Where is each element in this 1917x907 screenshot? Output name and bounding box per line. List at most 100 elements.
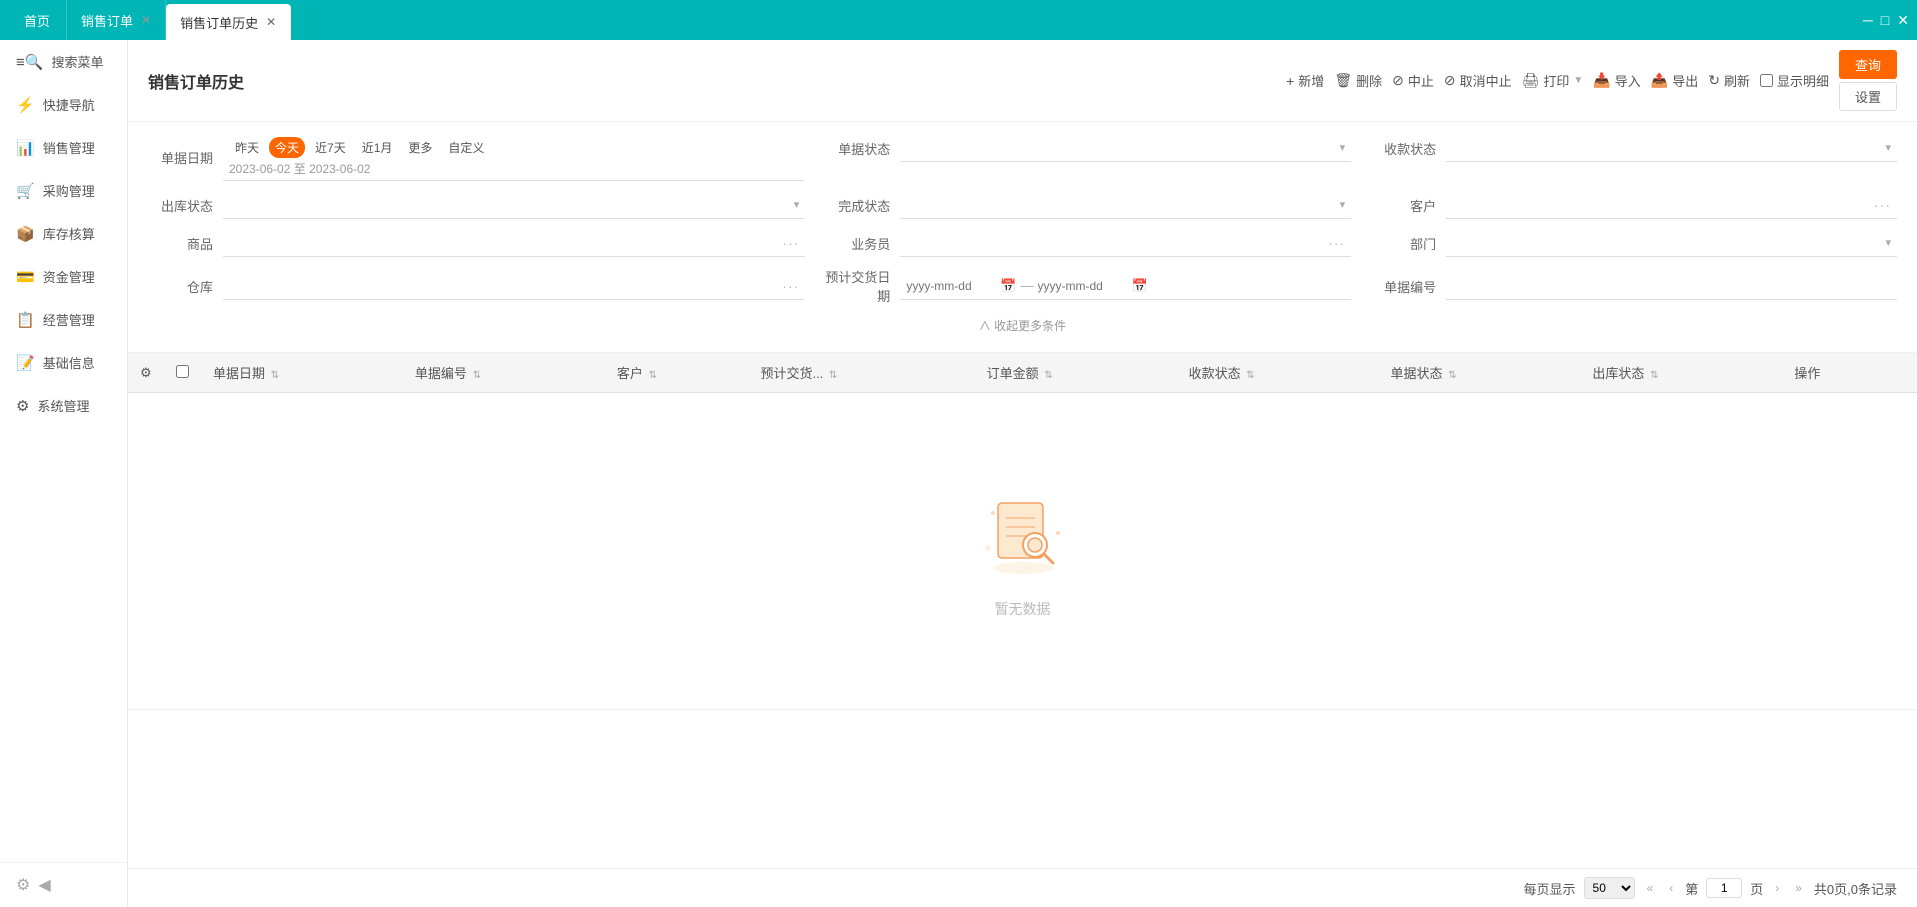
table-header: ⚙ 单据日期 ⇅ 单据编号 ⇅ 客户 ⇅: [128, 353, 1917, 393]
import-button[interactable]: 📥 导入: [1593, 71, 1640, 90]
page-number-input[interactable]: [1706, 878, 1742, 898]
th-amount[interactable]: 订单金额 ⇅: [975, 353, 1177, 393]
filter-row-2: 出库状态 ▾ 完成状态 ▾ 客户 ···: [148, 191, 1897, 219]
stop-button[interactable]: ⊘ 中止: [1392, 71, 1434, 90]
salesman-input[interactable]: ···: [900, 229, 1351, 257]
sidebar-item-quick-nav[interactable]: ⚡ 快捷导航: [0, 83, 127, 126]
delivery-date-to[interactable]: [1038, 279, 1128, 293]
maximize-icon[interactable]: □: [1881, 12, 1889, 28]
date-filter-input[interactable]: 昨天 今天 近7天 近1月 更多 自定义 2023-06-02 至 2023-0…: [223, 134, 805, 181]
filter-cell-dept: 部门 ▾: [1371, 229, 1897, 257]
page-next-button[interactable]: ›: [1771, 879, 1783, 897]
warehouse-input[interactable]: ···: [223, 272, 805, 300]
dept-input[interactable]: ▾: [1446, 229, 1897, 257]
sidebar-item-purchase-mgmt[interactable]: 🛒 采购管理: [0, 169, 127, 212]
sidebar-item-sys-mgmt[interactable]: ⚙ 系统管理: [0, 384, 127, 427]
product-dots: ···: [782, 235, 799, 251]
complete-status-input[interactable]: ▾: [900, 191, 1351, 219]
sidebar-item-quick-nav-label: 快捷导航: [43, 95, 95, 114]
product-input[interactable]: ···: [223, 229, 805, 257]
sidebar-item-search-menu[interactable]: ≡🔍 搜索菜单: [0, 40, 127, 83]
page-first-button[interactable]: «: [1643, 879, 1658, 897]
th-payment-sort: ⇅: [1246, 370, 1254, 381]
minimize-icon[interactable]: ─: [1863, 12, 1873, 28]
th-number[interactable]: 单据编号 ⇅: [403, 353, 605, 393]
dept-label: 部门: [1371, 234, 1446, 253]
base-info-icon: 📝: [16, 354, 35, 372]
page-size-select[interactable]: 10 20 50 100: [1584, 877, 1635, 899]
sidebar-bottom: ⚙ ◀: [0, 862, 127, 907]
quick-nav-icon: ⚡: [16, 96, 35, 114]
date-tab-more[interactable]: 更多: [402, 137, 438, 158]
refresh-icon: ↻: [1708, 72, 1720, 89]
complete-status-chevron: ▾: [1340, 198, 1346, 211]
th-settings[interactable]: ⚙: [128, 353, 164, 393]
refresh-button[interactable]: ↻ 刷新: [1708, 71, 1750, 90]
delivery-date-input[interactable]: 📅 — 📅: [900, 272, 1351, 300]
th-date[interactable]: 单据日期 ⇅: [201, 353, 403, 393]
sidebar-item-inventory-label: 库存核算: [43, 224, 95, 243]
tab-home[interactable]: 首页: [8, 0, 67, 40]
th-delivery[interactable]: 预计交货... ⇅: [748, 353, 974, 393]
top-tab-bar: 首页 销售订单 ✕ 销售订单历史 ✕ ─ □ ✕: [0, 0, 1917, 40]
doc-status-input[interactable]: ▾: [900, 134, 1351, 162]
sidebar-item-capital-mgmt[interactable]: 💳 资金管理: [0, 255, 127, 298]
page-prev-button[interactable]: ‹: [1665, 879, 1677, 897]
sidebar-item-sys-label: 系统管理: [37, 396, 89, 415]
inventory-icon: 📦: [16, 225, 35, 243]
out-status-label: 出库状态: [148, 196, 223, 215]
collapse-icon[interactable]: ◀: [38, 875, 50, 895]
warehouse-label: 仓库: [148, 277, 223, 296]
sales-mgmt-icon: 📊: [16, 139, 35, 157]
th-amount-sort: ⇅: [1044, 370, 1052, 381]
query-button[interactable]: 查询: [1839, 50, 1897, 79]
tab-sales-history[interactable]: 销售订单历史 ✕: [166, 4, 291, 40]
delivery-date-from[interactable]: [906, 279, 996, 293]
export-button[interactable]: 📤 导出: [1651, 71, 1698, 90]
th-payment-status[interactable]: 收款状态 ⇅: [1177, 353, 1379, 393]
main-layout: ≡🔍 搜索菜单 ⚡ 快捷导航 📊 销售管理 🛒 采购管理 📦 库存核算 💳 资金…: [0, 40, 1917, 907]
window-close-icon[interactable]: ✕: [1897, 12, 1909, 29]
new-button[interactable]: + 新增: [1286, 71, 1324, 90]
payment-status-input[interactable]: ▾: [1446, 134, 1897, 162]
delete-button[interactable]: 🗑 删除: [1334, 71, 1382, 90]
collapse-row[interactable]: ∧ 收起更多条件: [148, 311, 1897, 340]
date-tab-1month[interactable]: 近1月: [356, 137, 399, 158]
th-delivery-sort: ⇅: [829, 370, 837, 381]
date-tab-7days[interactable]: 近7天: [309, 137, 352, 158]
filter-cell-out-status: 出库状态 ▾: [148, 191, 805, 219]
filter-row-4: 仓库 ··· 预计交货日期 📅 — 📅: [148, 267, 1897, 305]
settings-icon[interactable]: ⚙: [16, 875, 30, 895]
th-doc-status[interactable]: 单据状态 ⇅: [1379, 353, 1581, 393]
display-details-toggle[interactable]: 显示明细: [1760, 71, 1829, 90]
select-all-checkbox[interactable]: [176, 365, 189, 378]
display-details-checkbox[interactable]: [1760, 74, 1773, 87]
export-label: 导出: [1672, 71, 1698, 90]
date-tab-yesterday[interactable]: 昨天: [229, 137, 265, 158]
date-range-text: 2023-06-02 至 2023-06-02: [229, 160, 799, 177]
date-tab-custom[interactable]: 自定义: [442, 137, 490, 158]
sidebar-item-ops-mgmt[interactable]: 📋 经营管理: [0, 298, 127, 341]
filter-cell-doc-status: 单据状态 ▾: [825, 134, 1351, 162]
out-status-input[interactable]: ▾: [223, 191, 805, 219]
th-customer[interactable]: 客户 ⇅: [605, 353, 749, 393]
tab-sales-order[interactable]: 销售订单 ✕: [67, 0, 166, 40]
tab-sales-order-close[interactable]: ✕: [141, 13, 151, 27]
product-label: 商品: [148, 234, 223, 253]
customer-input[interactable]: ···: [1446, 191, 1897, 219]
th-doc-status-label: 单据状态: [1391, 366, 1443, 381]
settings-button[interactable]: 设置: [1839, 82, 1897, 111]
tab-sales-order-label: 销售订单: [81, 11, 133, 30]
sidebar-item-inventory[interactable]: 📦 库存核算: [0, 212, 127, 255]
date-tab-today[interactable]: 今天: [269, 137, 305, 158]
print-button[interactable]: 🖨 打印 ▼: [1522, 71, 1584, 90]
page-last-button[interactable]: »: [1791, 879, 1806, 897]
doc-number-input[interactable]: [1446, 272, 1897, 300]
sidebar-item-sales-mgmt[interactable]: 📊 销售管理: [0, 126, 127, 169]
tab-sales-history-close[interactable]: ✕: [266, 15, 276, 29]
cancel-stop-button[interactable]: ⊘ 取消中止: [1444, 71, 1512, 90]
th-check[interactable]: [164, 353, 201, 393]
sidebar-item-base-info[interactable]: 📝 基础信息: [0, 341, 127, 384]
th-out-status[interactable]: 出库状态 ⇅: [1580, 353, 1782, 393]
table-body: 暂无数据: [128, 393, 1917, 710]
